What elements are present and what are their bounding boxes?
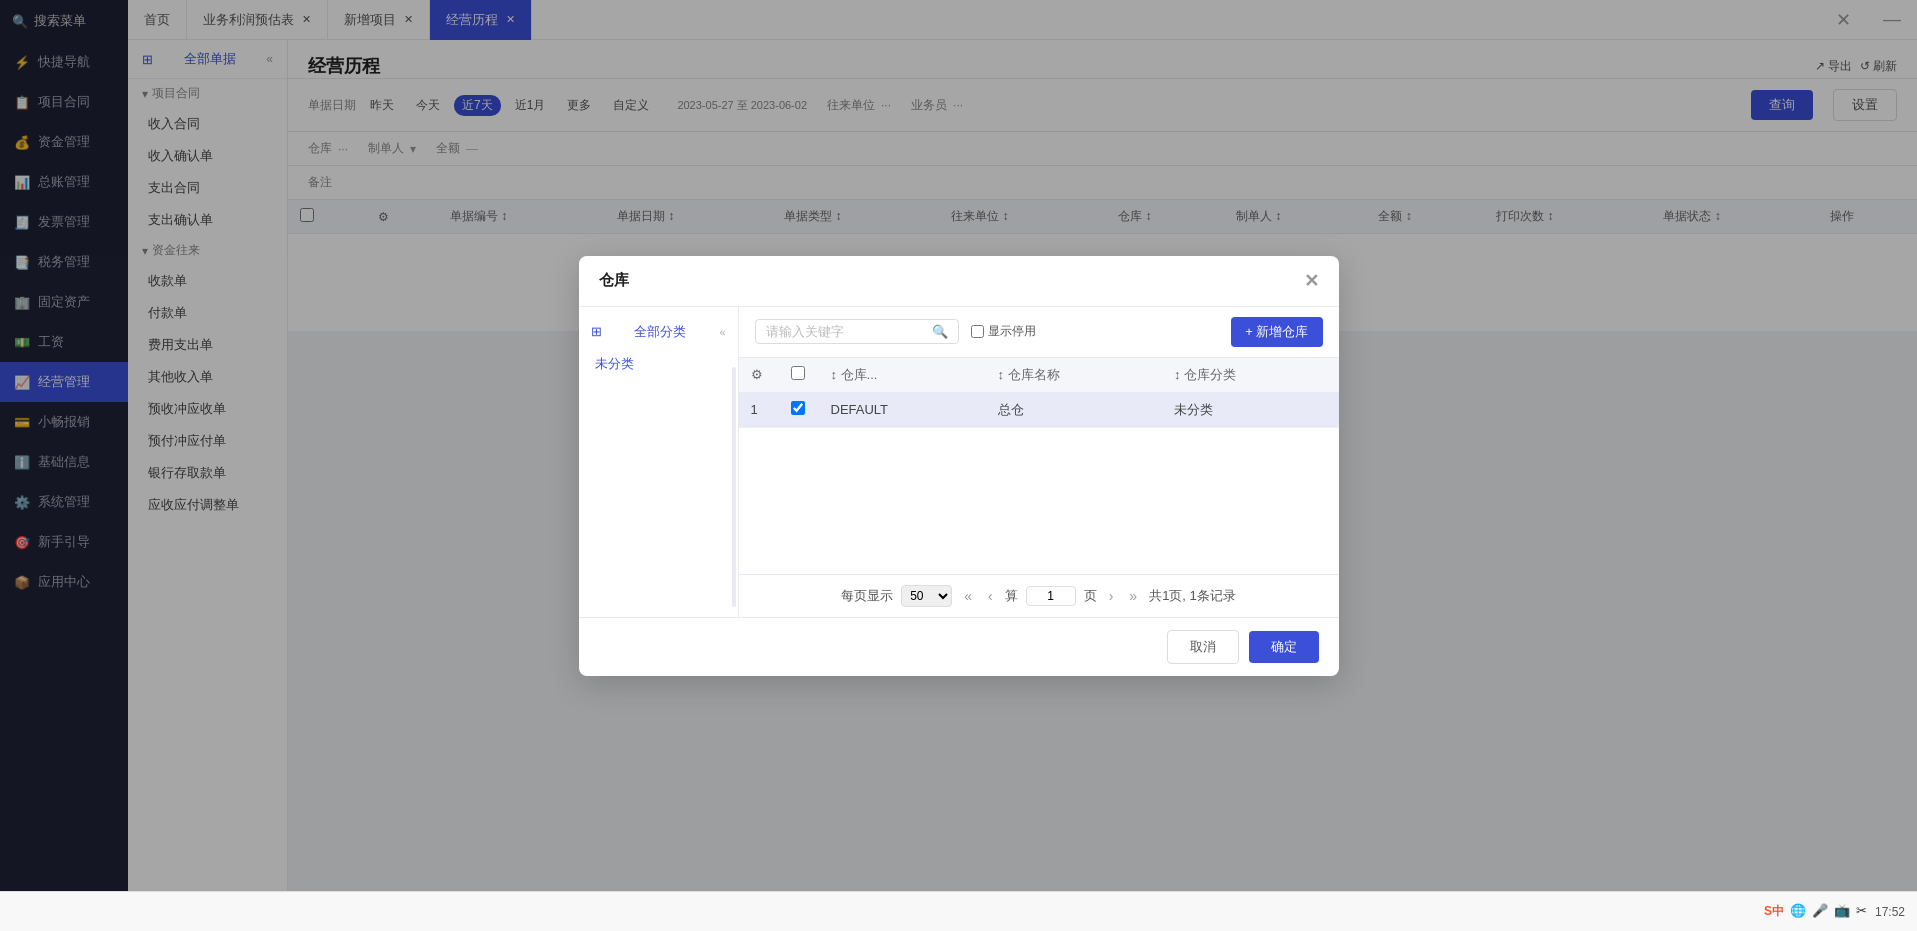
add-warehouse-button[interactable]: + 新增仓库 <box>1231 317 1322 347</box>
th-modal-settings[interactable]: ⚙ <box>739 357 779 392</box>
grid-icon2: ⊞ <box>591 324 602 339</box>
all-categories-header[interactable]: ⊞ 全部分类 « <box>579 317 738 347</box>
row-category: 未分类 <box>1162 392 1338 427</box>
modal-per-page-label: 每页显示 <box>841 587 893 605</box>
modal-footer: 取消 确定 <box>579 617 1339 676</box>
modal-per-page-select[interactable]: 50 100 <box>901 585 952 607</box>
modal-last-btn[interactable]: » <box>1125 586 1141 606</box>
modal-next-btn[interactable]: › <box>1105 586 1118 606</box>
warehouse-table: ⚙ ↕ 仓库... ↕ 仓库名称 ↕ 仓库分类 1 <box>739 357 1339 428</box>
all-categories-label: 全部分类 <box>634 323 686 341</box>
confirm-button[interactable]: 确定 <box>1249 631 1319 663</box>
taskbar-icon-mic[interactable]: 🎤 <box>1812 903 1828 920</box>
modal-header: 仓库 ✕ <box>579 256 1339 307</box>
modal-page-label: 算 <box>1005 587 1018 605</box>
taskbar: S中 🌐 🎤 📺 ✂ 17:52 <box>0 891 1917 931</box>
taskbar-icon-s[interactable]: S中 <box>1764 903 1784 920</box>
show-disabled-label[interactable]: 显示停用 <box>971 323 1036 340</box>
modal-first-btn[interactable]: « <box>960 586 976 606</box>
th-modal-check <box>779 357 819 392</box>
cancel-button[interactable]: 取消 <box>1167 630 1239 664</box>
taskbar-time: 17:52 <box>1875 905 1905 919</box>
modal-table-wrap: ⚙ ↕ 仓库... ↕ 仓库名称 ↕ 仓库分类 1 <box>739 357 1339 574</box>
row-index: 1 <box>739 392 779 427</box>
taskbar-icon-display[interactable]: 📺 <box>1834 903 1850 920</box>
modal-prev-btn[interactable]: ‹ <box>984 586 997 606</box>
modal-body: ⊞ 全部分类 « 未分类 🔍 <box>579 307 1339 617</box>
modal-toolbar: 🔍 显示停用 + 新增仓库 <box>739 307 1339 357</box>
modal-page-suffix: 页 <box>1084 587 1097 605</box>
warehouse-row-1[interactable]: 1 DEFAULT 总仓 未分类 <box>739 392 1339 427</box>
warehouse-modal: 仓库 ✕ ⊞ 全部分类 « 未分类 <box>579 256 1339 676</box>
th-modal-category[interactable]: ↕ 仓库分类 <box>1162 357 1338 392</box>
categories-list: 未分类 <box>579 347 738 381</box>
modal-search-icon: 🔍 <box>932 324 948 339</box>
category-uncategorized[interactable]: 未分类 <box>579 347 738 381</box>
modal-select-all[interactable] <box>791 366 805 380</box>
row-name: 总仓 <box>986 392 1162 427</box>
row-check <box>779 392 819 427</box>
taskbar-icons: S中 🌐 🎤 📺 ✂ <box>1764 903 1867 920</box>
modal-overlay: 仓库 ✕ ⊞ 全部分类 « 未分类 <box>0 0 1917 931</box>
modal-right-panel: 🔍 显示停用 + 新增仓库 ⚙ <box>739 307 1339 617</box>
modal-pagination: 每页显示 50 100 « ‹ 算 页 › » 共1页, 1条记录 <box>739 574 1339 617</box>
modal-title: 仓库 <box>599 271 629 290</box>
modal-close-button[interactable]: ✕ <box>1304 270 1319 292</box>
taskbar-icon-web[interactable]: 🌐 <box>1790 903 1806 920</box>
collapse-left-icon[interactable]: « <box>719 326 725 338</box>
modal-search-wrap: 🔍 显示停用 <box>755 319 1036 344</box>
row-checkbox[interactable] <box>791 401 805 415</box>
taskbar-icon-clip[interactable]: ✂ <box>1856 903 1867 920</box>
modal-left-panel: ⊞ 全部分类 « 未分类 <box>579 307 739 617</box>
show-disabled-checkbox[interactable] <box>971 325 984 338</box>
modal-total-info: 共1页, 1条记录 <box>1149 587 1236 605</box>
row-code: DEFAULT <box>819 392 986 427</box>
th-modal-name[interactable]: ↕ 仓库名称 <box>986 357 1162 392</box>
modal-search-input[interactable] <box>766 324 926 339</box>
modal-page-input[interactable] <box>1026 586 1076 606</box>
th-modal-code[interactable]: ↕ 仓库... <box>819 357 986 392</box>
modal-table-header: ⚙ ↕ 仓库... ↕ 仓库名称 ↕ 仓库分类 <box>739 357 1339 392</box>
left-scrollbar <box>732 367 736 607</box>
modal-search-box: 🔍 <box>755 319 959 344</box>
